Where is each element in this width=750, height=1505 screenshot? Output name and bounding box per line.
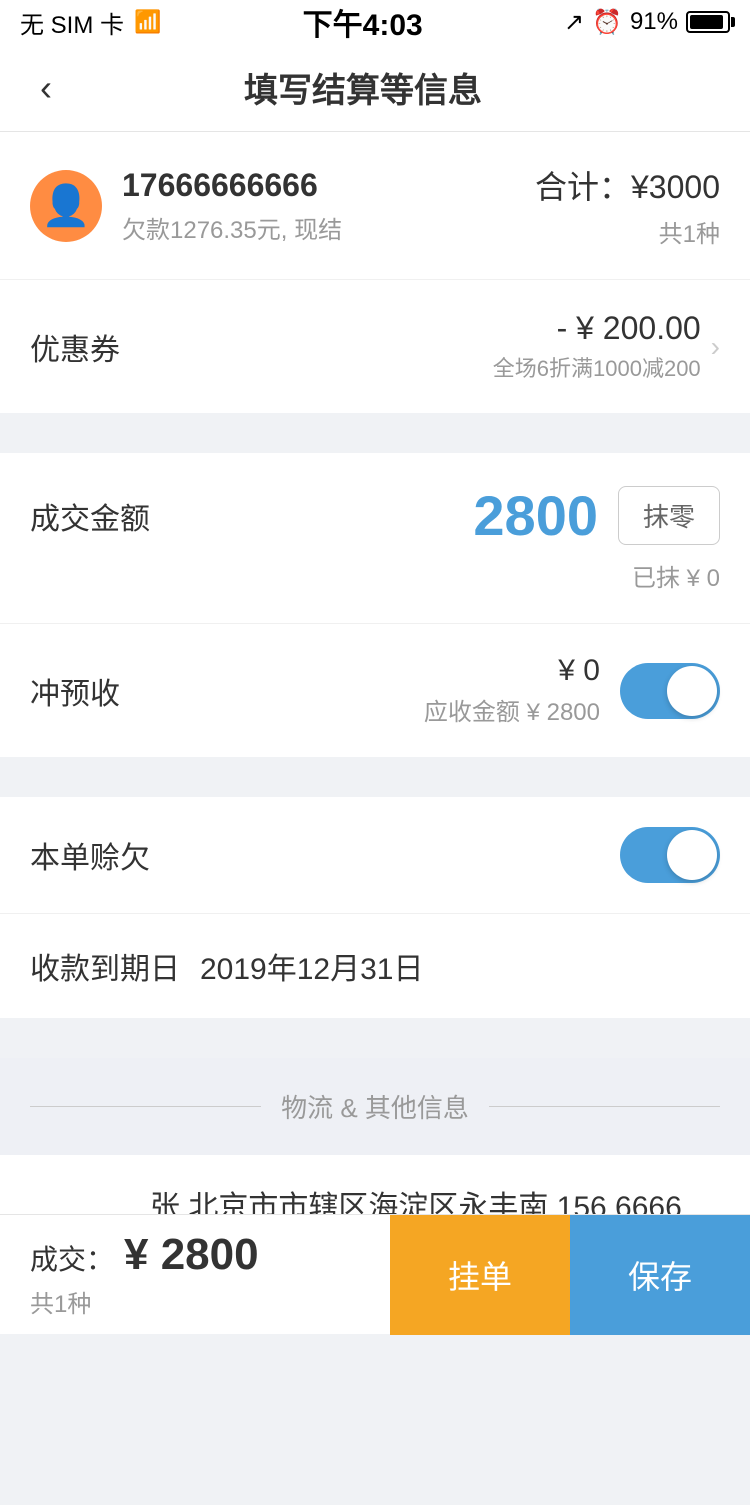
prepay-row: 冲预收 ¥ 0 应收金额 ¥ 2800 — [0, 623, 750, 757]
logistics-line-left — [30, 1106, 261, 1107]
wifi-icon: 📶 — [134, 9, 161, 35]
due-date-row: 收款到期日 2019年12月31日 — [0, 913, 750, 1018]
total-count: 共1种 — [535, 214, 720, 249]
page-title: 填写结算等信息 — [62, 63, 664, 112]
location-icon: ↗ — [564, 8, 584, 37]
avatar-icon: 👤 — [41, 182, 91, 229]
summary-main: 成交： ¥ 2800 — [30, 1230, 360, 1280]
amount-sub: 已抹 ¥ 0 — [30, 558, 720, 593]
total-amount: 合计：¥3000 — [535, 162, 720, 208]
customer-debt: 欠款1276.35元, 现结 — [122, 210, 535, 245]
transaction-amount: 2800 — [473, 483, 598, 548]
avatar: 👤 — [30, 170, 102, 242]
coupon-label: 优惠券 — [30, 325, 120, 369]
coupon-chevron-icon: › — [711, 331, 720, 363]
credit-row: 本单赊欠 — [0, 797, 750, 913]
coupon-row[interactable]: 优惠券 - ¥ 200.00 全场6折满1000减200 › — [0, 279, 750, 413]
credit-toggle[interactable] — [620, 827, 720, 883]
alarm-icon: ⏰ — [592, 8, 622, 37]
hang-button[interactable]: 挂单 — [390, 1215, 570, 1335]
coupon-desc: 全场6折满1000减200 — [493, 351, 701, 383]
coupon-info: - ¥ 200.00 全场6折满1000减200 — [493, 310, 701, 383]
logistics-text: 物流 & 其他信息 — [261, 1088, 489, 1125]
due-date-value: 2019年12月31日 — [200, 944, 423, 988]
credit-card: 本单赊欠 收款到期日 2019年12月31日 — [0, 797, 750, 1018]
amount-card: 成交金额 2800 抹零 已抹 ¥ 0 冲预收 ¥ 0 应收金额 ¥ 2800 — [0, 453, 750, 757]
status-bar: 无 SIM 卡 📶 下午4:03 ↗ ⏰ 91% — [0, 0, 750, 44]
prepay-sub: 应收金额 ¥ 2800 — [424, 692, 600, 727]
section-divider-2 — [0, 777, 750, 797]
customer-phone: 17666666666 — [122, 167, 535, 204]
prepay-amount-block: ¥ 0 应收金额 ¥ 2800 — [424, 654, 600, 727]
battery-icon — [686, 11, 730, 33]
section-divider-1 — [0, 433, 750, 453]
toggle-knob — [667, 666, 717, 716]
coupon-discount: - ¥ 200.00 — [493, 310, 701, 347]
prepay-label: 冲预收 — [30, 669, 120, 713]
coupon-right: - ¥ 200.00 全场6折满1000减200 › — [493, 310, 720, 383]
customer-card: 👤 17666666666 欠款1276.35元, 现结 合计：¥3000 共1… — [0, 132, 750, 413]
bottom-bar: 成交： ¥ 2800 共1种 挂单 保存 — [0, 1214, 750, 1334]
prepay-right: ¥ 0 应收金额 ¥ 2800 — [424, 654, 720, 727]
section-divider-3 — [0, 1038, 750, 1058]
bottom-filler — [0, 1325, 750, 1505]
amount-right: 2800 抹零 — [473, 483, 720, 548]
customer-row: 👤 17666666666 欠款1276.35元, 现结 合计：¥3000 共1… — [0, 132, 750, 279]
amount-section: 成交金额 2800 抹零 已抹 ¥ 0 — [0, 453, 750, 623]
summary-count: 共1种 — [30, 1284, 360, 1319]
customer-info: 17666666666 欠款1276.35元, 现结 — [122, 167, 535, 245]
back-button[interactable]: ‹ — [30, 57, 62, 119]
bottom-summary: 成交： ¥ 2800 共1种 — [0, 1230, 390, 1319]
save-button[interactable]: 保存 — [570, 1215, 750, 1335]
amount-label: 成交金额 — [30, 494, 150, 538]
status-time: 下午4:03 — [303, 0, 423, 44]
credit-toggle-knob — [667, 830, 717, 880]
credit-label: 本单赊欠 — [30, 833, 150, 877]
status-right: ↗ ⏰ 91% — [564, 8, 730, 37]
prepay-toggle[interactable] — [620, 663, 720, 719]
logistics-line-right — [489, 1106, 720, 1107]
summary-amount: ¥ 2800 — [124, 1230, 259, 1280]
sim-status: 无 SIM 卡 — [20, 5, 124, 40]
status-left: 无 SIM 卡 📶 — [20, 5, 161, 40]
battery-percent: 91% — [630, 8, 678, 36]
prepay-amount: ¥ 0 — [424, 654, 600, 688]
round-button[interactable]: 抹零 — [618, 486, 720, 545]
customer-total: 合计：¥3000 共1种 — [535, 162, 720, 249]
amount-row: 成交金额 2800 抹零 — [30, 483, 720, 548]
summary-label: 成交： — [30, 1238, 114, 1278]
logistics-divider: 物流 & 其他信息 — [0, 1058, 750, 1155]
due-date-label: 收款到期日 — [30, 944, 180, 988]
nav-bar: ‹ 填写结算等信息 — [0, 44, 750, 132]
